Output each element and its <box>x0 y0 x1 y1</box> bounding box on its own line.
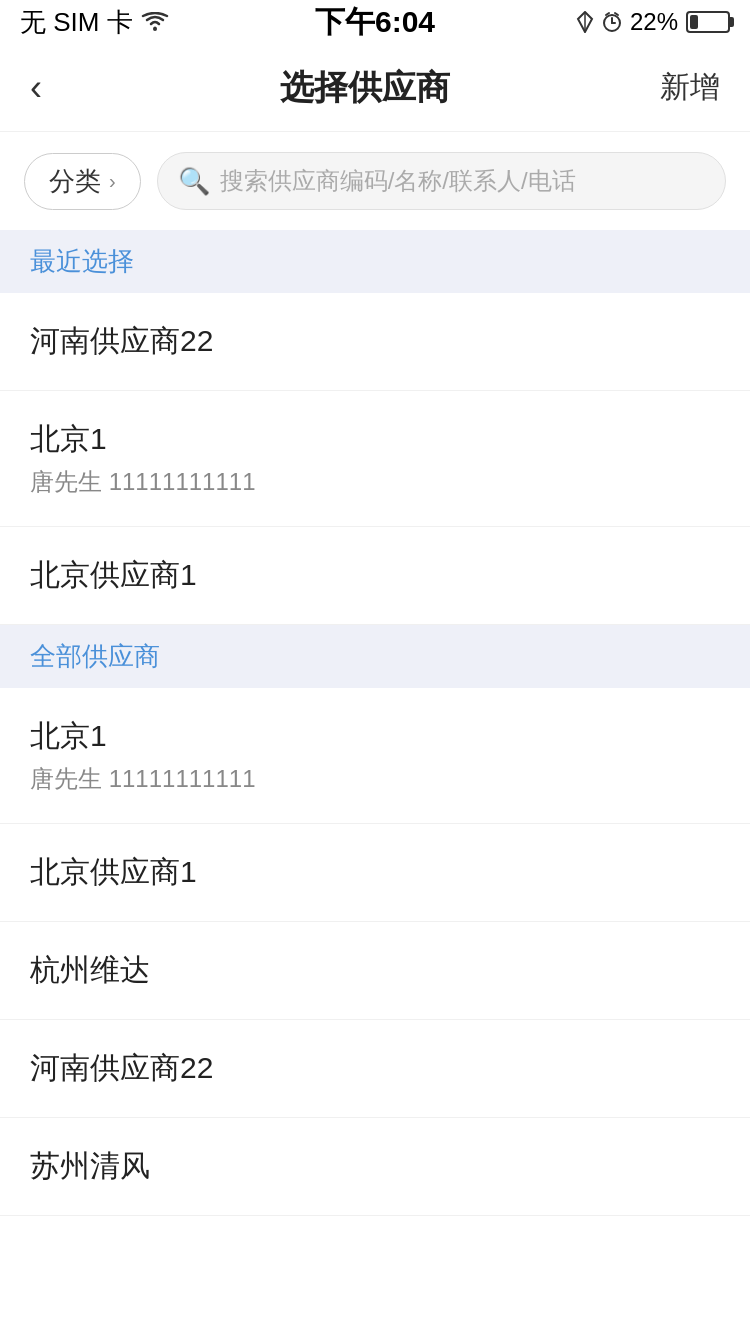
page-title: 选择供应商 <box>280 65 450 111</box>
search-icon: 🔍 <box>178 166 210 197</box>
item-name: 河南供应商22 <box>30 1048 720 1089</box>
item-name: 苏州清风 <box>30 1146 720 1187</box>
list-item[interactable]: 河南供应商22 <box>0 293 750 391</box>
filter-row: 分类 › 🔍 搜索供应商编码/名称/联系人/电话 <box>0 132 750 230</box>
item-subtitle: 唐先生 11111111111 <box>30 763 720 795</box>
back-button[interactable]: ‹ <box>30 67 90 109</box>
alarm-icon <box>602 11 622 33</box>
list-item[interactable]: 北京1 唐先生 11111111111 <box>0 391 750 527</box>
list-item[interactable]: 北京供应商1 <box>0 527 750 625</box>
list-item[interactable]: 河南供应商22 <box>0 1020 750 1118</box>
recent-section-label: 最近选择 <box>30 246 134 276</box>
search-placeholder: 搜索供应商编码/名称/联系人/电话 <box>220 165 576 197</box>
add-button[interactable]: 新增 <box>640 67 720 108</box>
item-name: 北京供应商1 <box>30 555 720 596</box>
svg-point-0 <box>153 27 157 31</box>
item-name: 北京1 <box>30 419 720 460</box>
item-subtitle: 唐先生 11111111111 <box>30 466 720 498</box>
location-icon <box>576 11 594 33</box>
chevron-right-icon: › <box>109 170 116 193</box>
status-time: 下午6:04 <box>315 2 435 43</box>
item-name: 河南供应商22 <box>30 321 720 362</box>
item-name: 北京供应商1 <box>30 852 720 893</box>
nav-bar: ‹ 选择供应商 新增 <box>0 44 750 132</box>
category-button[interactable]: 分类 › <box>24 153 141 210</box>
status-left: 无 SIM 卡 <box>20 5 169 40</box>
list-item[interactable]: 北京1 唐先生 11111111111 <box>0 688 750 824</box>
status-bar: 无 SIM 卡 下午6:04 22% <box>0 0 750 44</box>
all-items-list: 北京1 唐先生 11111111111 北京供应商1 杭州维达 河南供应商22 … <box>0 688 750 1216</box>
list-item[interactable]: 苏州清风 <box>0 1118 750 1216</box>
wifi-icon <box>141 12 169 32</box>
all-section-label: 全部供应商 <box>30 641 160 671</box>
list-item[interactable]: 杭州维达 <box>0 922 750 1020</box>
battery-percent: 22% <box>630 8 678 36</box>
item-name: 杭州维达 <box>30 950 720 991</box>
list-item[interactable]: 北京供应商1 <box>0 824 750 922</box>
all-section-header: 全部供应商 <box>0 625 750 688</box>
no-sim-text: 无 SIM 卡 <box>20 5 133 40</box>
item-name: 北京1 <box>30 716 720 757</box>
recent-items-list: 河南供应商22 北京1 唐先生 11111111111 北京供应商1 <box>0 293 750 625</box>
category-label: 分类 <box>49 164 101 199</box>
recent-section-header: 最近选择 <box>0 230 750 293</box>
battery-indicator <box>686 11 730 33</box>
status-right: 22% <box>576 8 730 36</box>
search-box[interactable]: 🔍 搜索供应商编码/名称/联系人/电话 <box>157 152 726 210</box>
